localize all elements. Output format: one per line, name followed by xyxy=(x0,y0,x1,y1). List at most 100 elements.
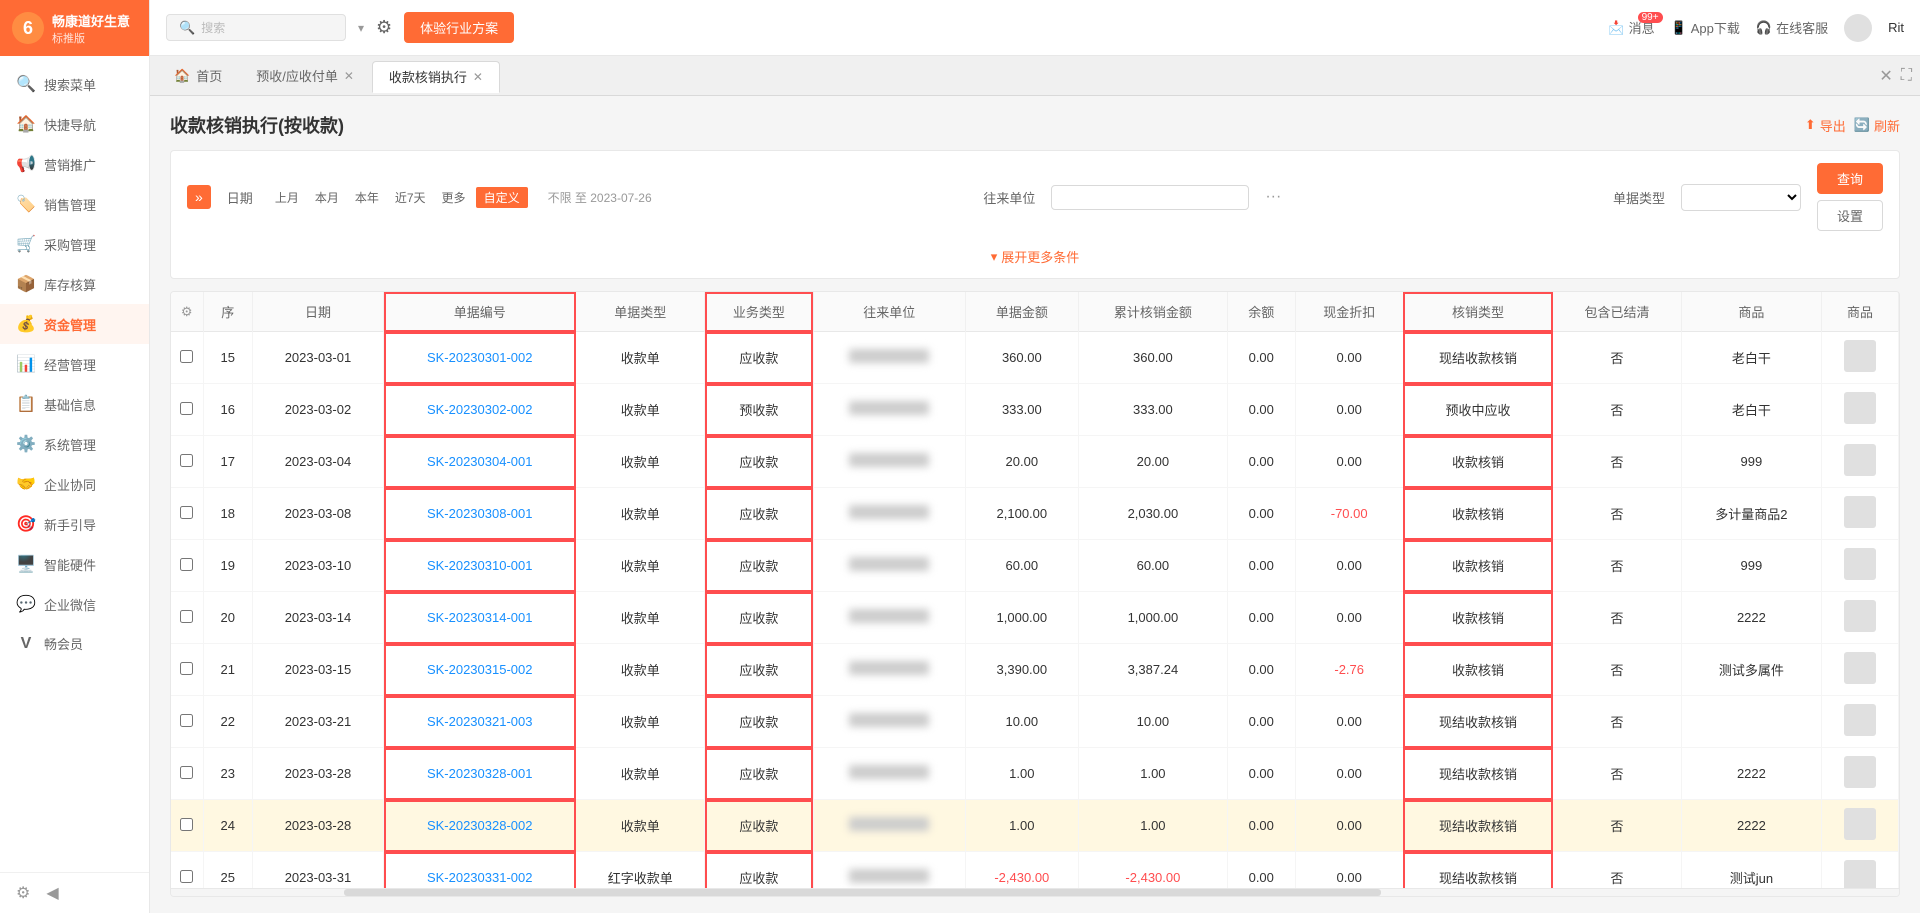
td-cash-discount: 0.00 xyxy=(1295,696,1403,748)
table-row: 15 2023-03-01 SK-20230301-002 收款单 应收款 36… xyxy=(171,332,1899,384)
doc-no-link[interactable]: SK-20230331-002 xyxy=(427,870,533,885)
td-cash-discount: 0.00 xyxy=(1295,748,1403,800)
sidebar-item-basics[interactable]: 📋 基础信息 xyxy=(0,384,149,424)
sidebar-item-quick-nav[interactable]: 🏠 快捷导航 xyxy=(0,104,149,144)
td-checkbox[interactable] xyxy=(171,748,203,800)
topbar-gear-icon[interactable]: ⚙ xyxy=(376,17,392,38)
date-btn-this-month[interactable]: 本月 xyxy=(309,187,345,208)
horizontal-scrollbar[interactable] xyxy=(171,888,1899,896)
td-product: 2222 xyxy=(1681,748,1821,800)
td-checkbox[interactable] xyxy=(171,540,203,592)
sidebar-item-purchase[interactable]: 🛒 采购管理 xyxy=(0,224,149,264)
tab-maximize-btn[interactable]: ⛶ xyxy=(1901,67,1912,85)
tab-prepay-close[interactable]: ✕ xyxy=(344,69,354,83)
sidebar-item-search[interactable]: 🔍 搜索菜单 xyxy=(0,64,149,104)
td-doc-type: 收款单 xyxy=(576,540,705,592)
doc-no-link[interactable]: SK-20230308-001 xyxy=(427,506,533,521)
expand-icon[interactable]: » xyxy=(187,185,211,209)
sidebar-label-search: 搜索菜单 xyxy=(44,75,96,94)
online-service-btn[interactable]: 🎧 在线客服 xyxy=(1756,18,1828,37)
page-header: 收款核销执行(按收款) ⬆ 导出 🔄 刷新 xyxy=(170,112,1900,138)
export-btn[interactable]: ⬆ 导出 xyxy=(1805,116,1846,135)
sidebar-item-finance[interactable]: 💰 资金管理 xyxy=(0,304,149,344)
tab-prepay[interactable]: 预收/应收付单 ✕ xyxy=(240,60,370,92)
date-btn-7days[interactable]: 近7天 xyxy=(389,187,432,208)
date-custom-btn[interactable]: 自定义 xyxy=(476,187,528,208)
query-btn[interactable]: 查询 xyxy=(1817,163,1883,194)
tab-receipt-close[interactable]: ✕ xyxy=(473,70,483,84)
td-amount: 3,390.00 xyxy=(965,644,1078,696)
tab-close-all-btn[interactable]: ✕ xyxy=(1879,66,1892,86)
td-seq: 17 xyxy=(203,436,252,488)
td-biz-type: 应收款 xyxy=(705,696,813,748)
td-checkbox[interactable] xyxy=(171,592,203,644)
doc-no-link[interactable]: SK-20230315-002 xyxy=(427,662,533,677)
td-cash-discount: 0.00 xyxy=(1295,800,1403,852)
sidebar-item-sales[interactable]: 🏷️ 销售管理 xyxy=(0,184,149,224)
sidebar-item-guide[interactable]: 🎯 新手引导 xyxy=(0,504,149,544)
filter-settings-btn[interactable]: 设置 xyxy=(1817,200,1883,231)
tab-home[interactable]: 🏠 首页 xyxy=(158,60,238,92)
td-verify-type: 收款核销 xyxy=(1403,644,1552,696)
date-btn-more[interactable]: 更多 xyxy=(436,187,472,208)
td-checkbox[interactable] xyxy=(171,436,203,488)
counterparty-input[interactable] xyxy=(1051,185,1249,210)
td-include-settled: 否 xyxy=(1553,592,1682,644)
th-amount: 单据金额 xyxy=(965,292,1078,332)
sidebar-item-hardware[interactable]: 🖥️ 智能硬件 xyxy=(0,544,149,584)
messages-btn[interactable]: 📩 消息 99+ xyxy=(1608,18,1654,37)
td-counterparty xyxy=(813,436,965,488)
collapse-icon[interactable]: ◀ xyxy=(46,883,58,903)
page-content: 收款核销执行(按收款) ⬆ 导出 🔄 刷新 » 日期 xyxy=(150,96,1920,913)
td-biz-type: 应收款 xyxy=(705,748,813,800)
doc-no-link[interactable]: SK-20230314-001 xyxy=(427,610,533,625)
td-doc-no: SK-20230308-001 xyxy=(384,488,576,540)
doc-no-link[interactable]: SK-20230304-001 xyxy=(427,454,533,469)
td-include-settled: 否 xyxy=(1553,748,1682,800)
doc-no-link[interactable]: SK-20230328-001 xyxy=(427,766,533,781)
td-doc-no: SK-20230304-001 xyxy=(384,436,576,488)
sidebar-item-member[interactable]: V 畅会员 xyxy=(0,624,149,663)
td-checkbox[interactable] xyxy=(171,696,203,748)
doc-no-link[interactable]: SK-20230301-002 xyxy=(427,350,533,365)
user-name[interactable]: Rit xyxy=(1888,20,1904,35)
td-counterparty xyxy=(813,488,965,540)
doc-type-select[interactable] xyxy=(1681,184,1801,211)
tab-bar: 🏠 首页 预收/应收付单 ✕ 收款核销执行 ✕ ✕ ⛶ xyxy=(150,56,1920,96)
sidebar-item-enterprise[interactable]: 🤝 企业协同 xyxy=(0,464,149,504)
td-checkbox[interactable] xyxy=(171,800,203,852)
date-btn-last-month[interactable]: 上月 xyxy=(269,187,305,208)
td-verified-amount: 3,387.24 xyxy=(1078,644,1227,696)
expand-arrow-btn[interactable]: » xyxy=(187,185,211,209)
doc-no-link[interactable]: SK-20230328-002 xyxy=(427,818,533,833)
sidebar-item-marketing[interactable]: 📢 营销推广 xyxy=(0,144,149,184)
td-checkbox[interactable] xyxy=(171,644,203,696)
td-checkbox[interactable] xyxy=(171,384,203,436)
td-checkbox[interactable] xyxy=(171,488,203,540)
app-download-btn[interactable]: 📱 App下载 xyxy=(1671,18,1740,37)
doc-no-link[interactable]: SK-20230321-003 xyxy=(427,714,533,729)
expand-more-btn[interactable]: ▾ 展开更多条件 xyxy=(187,247,1883,266)
td-product-img xyxy=(1821,592,1898,644)
doc-no-link[interactable]: SK-20230310-001 xyxy=(427,558,533,573)
sidebar-item-inventory[interactable]: 📦 库存核算 xyxy=(0,264,149,304)
filter-dots[interactable]: ··· xyxy=(1265,188,1281,206)
settings-bottom-icon[interactable]: ⚙ xyxy=(16,883,30,903)
date-btn-this-year[interactable]: 本年 xyxy=(349,187,385,208)
th-settings[interactable]: ⚙ xyxy=(171,292,203,332)
td-doc-type: 收款单 xyxy=(576,644,705,696)
sidebar-item-system[interactable]: ⚙️ 系统管理 xyxy=(0,424,149,464)
sidebar-item-wechat[interactable]: 💬 企业微信 xyxy=(0,584,149,624)
sidebar-item-operations[interactable]: 📊 经营管理 xyxy=(0,344,149,384)
topbar-dropdown-arrow[interactable]: ▾ xyxy=(358,21,364,35)
td-amount: 1,000.00 xyxy=(965,592,1078,644)
sidebar: 6 畅康道好生意 标推版 🔍 搜索菜单 🏠 快捷导航 📢 营销推广 🏷️ 销售管… xyxy=(0,0,150,913)
refresh-btn[interactable]: 🔄 刷新 xyxy=(1854,116,1900,135)
tab-receipt[interactable]: 收款核销执行 ✕ xyxy=(372,61,500,93)
td-checkbox[interactable] xyxy=(171,332,203,384)
industry-btn[interactable]: 体验行业方案 xyxy=(404,12,514,43)
chat-icon: 💬 xyxy=(16,594,36,614)
table-settings-icon[interactable]: ⚙ xyxy=(181,304,193,319)
td-seq: 19 xyxy=(203,540,252,592)
doc-no-link[interactable]: SK-20230302-002 xyxy=(427,402,533,417)
